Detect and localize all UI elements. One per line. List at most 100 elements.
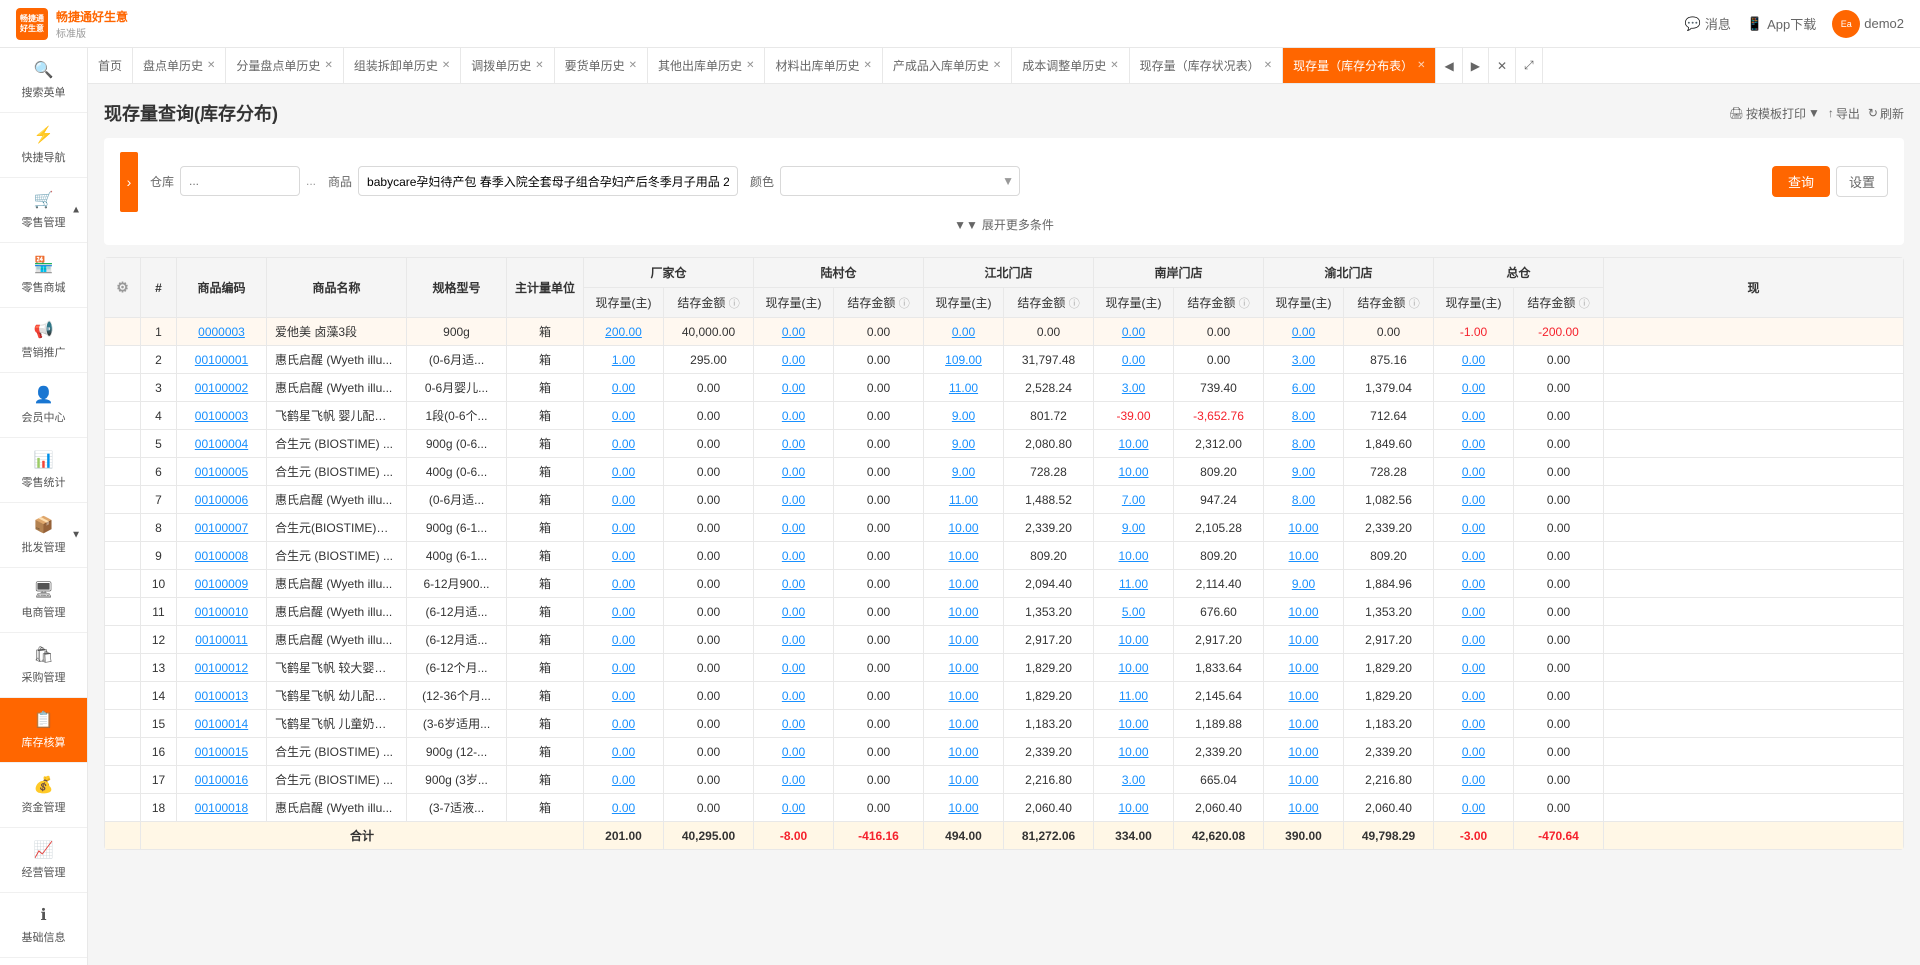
warehouse-field: 仓库 ...: [150, 166, 316, 196]
tab-requisition[interactable]: 要货单历史 ✕: [555, 48, 648, 84]
print-btn[interactable]: 🖨 按模板打印 ▼: [1729, 105, 1820, 122]
cell-nanan-qty: 10.00: [1094, 626, 1174, 654]
tab-close-stock-dist[interactable]: ✕: [1417, 60, 1425, 71]
message-icon: 💬: [1685, 16, 1701, 32]
color-input[interactable]: [780, 166, 1020, 196]
tab-close-cost-adjust[interactable]: ✕: [1110, 60, 1118, 71]
cell-lu-qty: 0.00: [754, 710, 834, 738]
sidebar-item-quicknav[interactable]: ⚡ 快捷导航: [0, 113, 87, 178]
tab-close-stock-status[interactable]: ✕: [1264, 60, 1272, 71]
col-header-factory: 厂家仓: [584, 258, 754, 288]
cell-jiangbei-amt: 1,353.20: [1004, 598, 1094, 626]
sidebar-item-system[interactable]: ⚙ 系统管理: [0, 958, 87, 965]
tab-other-out[interactable]: 其他出库单历史 ✕: [648, 48, 765, 84]
cell-unit: 箱: [507, 570, 584, 598]
tab-close-transfer[interactable]: ✕: [535, 60, 543, 71]
sidebar-item-wholesale[interactable]: 📦 批发管理 ▼: [0, 503, 87, 568]
cell-extra: [1604, 654, 1904, 682]
cell-gear: [105, 346, 141, 374]
query-button[interactable]: 查询: [1772, 166, 1830, 197]
tab-home[interactable]: 首页: [88, 48, 133, 84]
cell-factory-amt: 0.00: [664, 514, 754, 542]
sidebar-item-retailshop[interactable]: 🏪 零售商城: [0, 243, 87, 308]
tab-close-assemble[interactable]: ✕: [442, 60, 450, 71]
tab-next-btn[interactable]: ▶: [1463, 48, 1489, 84]
tab-stock-dist[interactable]: 现存量（库存分布表） ✕: [1283, 48, 1436, 84]
tab-material-out[interactable]: 材料出库单历史 ✕: [765, 48, 882, 84]
settings-button[interactable]: 设置: [1836, 166, 1888, 197]
cell-lu-qty: 0.00: [754, 682, 834, 710]
cell-total-qty: 0.00: [1434, 570, 1514, 598]
cell-nanan-amt: 2,060.40: [1174, 794, 1264, 822]
warehouse-input[interactable]: [180, 166, 300, 196]
cell-spec: (6-12个月...: [407, 654, 507, 682]
sidebar-item-search[interactable]: 🔍 搜索英单: [0, 48, 87, 113]
sidebar-item-retail[interactable]: 🛒 零售管理 ▲: [0, 178, 87, 243]
sidebar-item-marketing[interactable]: 📢 营销推广: [0, 308, 87, 373]
settings-col-icon[interactable]: ⚙: [116, 279, 129, 295]
retail-icon: 🛒: [34, 190, 54, 210]
refresh-btn[interactable]: ↻ 刷新: [1868, 105, 1904, 122]
tab-prev-btn[interactable]: ◀: [1436, 48, 1462, 84]
sidebar-item-inventory[interactable]: 📋 库存核算: [0, 698, 87, 763]
sidebar-item-finance[interactable]: 💰 资金管理: [0, 763, 87, 828]
tab-close-product-in[interactable]: ✕: [993, 60, 1001, 71]
tab-more-btn[interactable]: ✕: [1489, 48, 1516, 84]
cell-extra: [1604, 374, 1904, 402]
cell-jiangbei-amt: 2,080.80: [1004, 430, 1094, 458]
tab-assemble[interactable]: 组装拆卸单历史 ✕: [344, 48, 461, 84]
cell-factory-amt: 0.00: [664, 794, 754, 822]
cell-total-amt: 0.00: [1514, 570, 1604, 598]
cell-index: 1: [141, 318, 177, 346]
sidebar-item-operations[interactable]: 📈 经营管理: [0, 828, 87, 893]
tab-expand-btn[interactable]: ⤢: [1516, 48, 1543, 84]
tab-close-requisition[interactable]: ✕: [629, 60, 637, 71]
tab-partialstock[interactable]: 分量盘点单历史 ✕: [226, 48, 343, 84]
sidebar-item-retailstats[interactable]: 📊 零售统计: [0, 438, 87, 503]
info-icon-4: ⓘ: [1239, 298, 1250, 310]
tab-assemble-label: 组装拆卸单历史: [354, 57, 438, 74]
tab-close-stockcheck[interactable]: ✕: [207, 60, 215, 71]
sidebar-item-purchase[interactable]: 🛍 采购管理: [0, 633, 87, 698]
cell-extra: [1604, 626, 1904, 654]
tab-product-in[interactable]: 产成品入库单历史 ✕: [883, 48, 1012, 84]
cell-jiangbei-qty: 9.00: [924, 430, 1004, 458]
col-header-gear: ⚙: [105, 258, 141, 318]
sidebar-item-member[interactable]: 👤 会员中心: [0, 373, 87, 438]
table-row: 1 0000003 爱他美 卤藻3段 900g 箱 200.00 40,000.…: [105, 318, 1904, 346]
tab-close-partialstock[interactable]: ✕: [324, 60, 332, 71]
cell-unit: 箱: [507, 514, 584, 542]
table-row: 17 00100016 合生元 (BIOSTIME) ... 900g (3岁.…: [105, 766, 1904, 794]
tab-stock-status[interactable]: 现存量（库存状况表） ✕: [1130, 48, 1283, 84]
cell-lu-amt: 0.00: [834, 570, 924, 598]
col-header-unit: 主计量单位: [507, 258, 584, 318]
sidebar-item-baseinfo[interactable]: ℹ 基础信息: [0, 893, 87, 958]
tab-cost-adjust[interactable]: 成本调整单历史 ✕: [1012, 48, 1129, 84]
export-btn[interactable]: ↑ 导出: [1828, 105, 1860, 122]
tab-transfer[interactable]: 调拨单历史 ✕: [461, 48, 554, 84]
cell-jiangbei-qty: 10.00: [924, 654, 1004, 682]
tab-close-other-out[interactable]: ✕: [746, 60, 754, 71]
footer-extra: [1604, 822, 1904, 850]
footer-factory-amt: 40,295.00: [664, 822, 754, 850]
collapse-btn[interactable]: ›: [120, 152, 138, 212]
cell-unit: 箱: [507, 542, 584, 570]
cell-index: 17: [141, 766, 177, 794]
cell-nanan-qty: 7.00: [1094, 486, 1174, 514]
tab-stockcheck[interactable]: 盘点单历史 ✕: [133, 48, 226, 84]
sidebar-item-ecommerce[interactable]: 🖥 电商管理: [0, 568, 87, 633]
cell-yubei-amt: 0.00: [1344, 318, 1434, 346]
message-btn[interactable]: 💬 消息: [1685, 14, 1731, 33]
expand-more-btn[interactable]: ▼▼ 展开更多条件: [120, 212, 1888, 233]
user-area[interactable]: Ea demo2: [1832, 10, 1904, 38]
tab-close-material-out[interactable]: ✕: [863, 60, 871, 71]
sidebar-label-retail: 零售管理: [22, 214, 66, 230]
goods-input[interactable]: [358, 166, 738, 196]
cell-jiangbei-amt: 2,339.20: [1004, 738, 1094, 766]
table-row: 4 00100003 飞鹤星飞帆 婴儿配方奶... 1段(0-6个... 箱 0…: [105, 402, 1904, 430]
cell-extra: [1604, 318, 1904, 346]
app-download-btn[interactable]: 📱 App下载: [1747, 14, 1816, 33]
cell-factory-qty: 0.00: [584, 514, 664, 542]
cell-lu-qty: 0.00: [754, 514, 834, 542]
cell-jiangbei-qty: 9.00: [924, 458, 1004, 486]
